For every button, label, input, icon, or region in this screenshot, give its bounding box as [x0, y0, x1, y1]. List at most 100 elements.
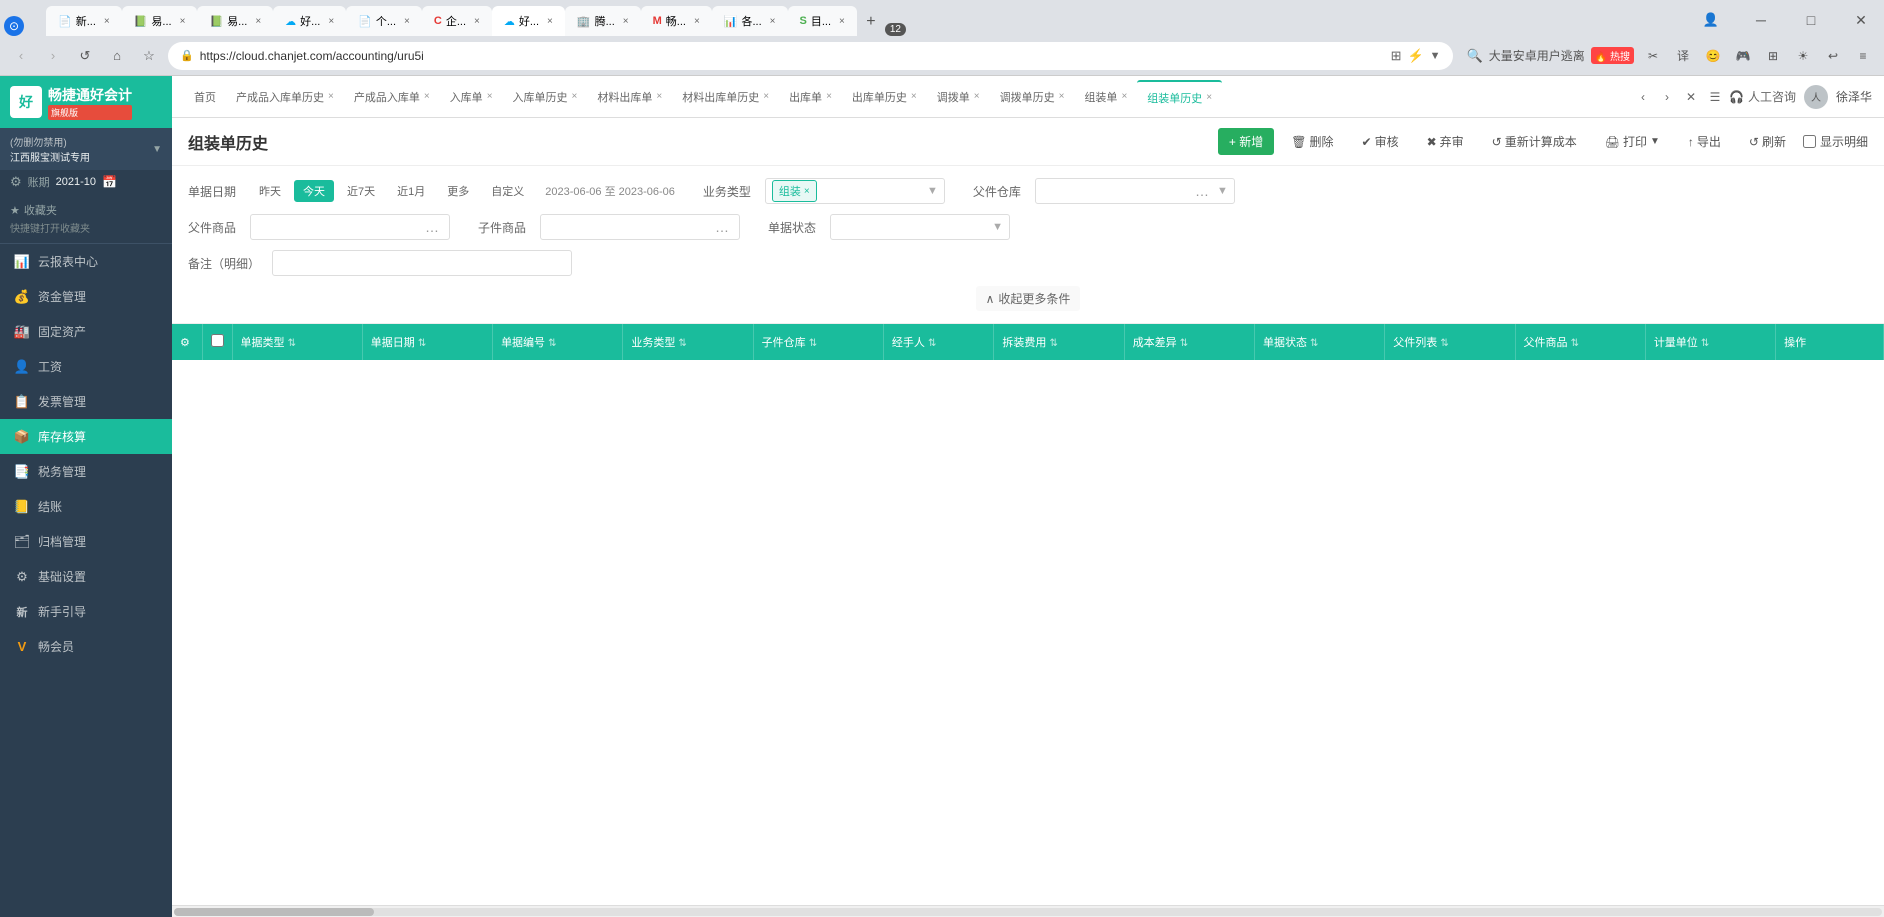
th-date[interactable]: 单据日期 ⇅	[362, 324, 492, 360]
tab-close-2[interactable]: ×	[180, 16, 186, 27]
browser-tab-geji[interactable]: 📊 各... ×	[712, 6, 788, 36]
th-status[interactable]: 单据状态 ⇅	[1254, 324, 1384, 360]
game-tool[interactable]: 🎮	[1730, 43, 1756, 69]
th-type[interactable]: 单据类型 ⇅	[232, 324, 362, 360]
tab-close-out-hist[interactable]: ×	[911, 91, 917, 102]
tab-close-assembly-hist[interactable]: ×	[1206, 92, 1212, 103]
th-handler[interactable]: 经手人 ⇅	[883, 324, 994, 360]
browser-tab-personal[interactable]: 📄 个... ×	[346, 6, 422, 36]
th-child-warehouse[interactable]: 子件仓库 ⇅	[753, 324, 883, 360]
sidebar-item-payroll[interactable]: 👤 工资	[0, 349, 172, 384]
browser-tab-s[interactable]: S 目... ×	[788, 6, 857, 36]
th-cost-diff[interactable]: 成本差异 ⇅	[1124, 324, 1254, 360]
sidebar-item-inventory[interactable]: 📦 库存核算	[0, 419, 172, 454]
menu-tool[interactable]: ≡	[1850, 43, 1876, 69]
win-btn-maximize[interactable]: □	[1788, 4, 1834, 36]
account-avatar[interactable]: 人	[1804, 85, 1828, 109]
sidebar-item-reports[interactable]: 📊 云报表中心	[0, 244, 172, 279]
browser-tab-yicai[interactable]: 📗 易... ×	[122, 6, 198, 36]
qr-icon[interactable]: ⊞	[1391, 48, 1402, 64]
recalculate-button[interactable]: ↺ 重新计算成本	[1481, 128, 1588, 155]
tab-transfer-history[interactable]: 调拨单历史 ×	[990, 80, 1075, 114]
sidebar-item-accounting[interactable]: 📒 结账	[0, 489, 172, 524]
tab-close-4[interactable]: ×	[328, 16, 334, 27]
tab-out-order[interactable]: 出库单 ×	[779, 80, 842, 114]
tab-material-out-history[interactable]: 材料出库单历史 ×	[672, 80, 779, 114]
nav-star[interactable]: ☆	[136, 43, 162, 69]
win-btn-minimize[interactable]: ─	[1738, 4, 1784, 36]
status-dropdown[interactable]: ▼	[992, 221, 1003, 233]
date-more[interactable]: 更多	[438, 180, 478, 202]
date-yesterday[interactable]: 昨天	[250, 180, 290, 202]
tab-close-all[interactable]: ✕	[1681, 87, 1701, 107]
tab-close-mat-out-hist[interactable]: ×	[763, 91, 769, 102]
calendar-icon[interactable]: 📅	[102, 175, 117, 189]
sidebar-item-archive[interactable]: 🗂 归档管理	[0, 524, 172, 559]
sidebar-item-tax[interactable]: 📑 税务管理	[0, 454, 172, 489]
new-button[interactable]: + 新增	[1218, 128, 1274, 155]
date-custom[interactable]: 自定义	[482, 180, 533, 202]
select-all-checkbox[interactable]	[211, 334, 224, 347]
settings-icon[interactable]: ⚙	[10, 174, 22, 190]
tab-nav-left[interactable]: ‹	[1633, 87, 1653, 107]
child-goods-ellipsis[interactable]: …	[711, 219, 733, 235]
horizontal-scrollbar[interactable]	[172, 905, 1884, 917]
warehouse-ellipsis[interactable]: …	[1191, 183, 1213, 199]
nav-home[interactable]: ⌂	[104, 43, 130, 69]
collapse-button[interactable]: ∧ 收起更多条件	[976, 286, 1081, 311]
date-today[interactable]: 今天	[294, 180, 334, 202]
tab-product-in[interactable]: 产成品入库单 ×	[344, 80, 440, 114]
tab-out-history[interactable]: 出库单历史 ×	[842, 80, 927, 114]
nav-forward[interactable]: ›	[40, 43, 66, 69]
tab-close-11[interactable]: ×	[839, 16, 845, 27]
tab-close-out-order[interactable]: ×	[826, 91, 832, 102]
tab-settings-icon[interactable]: ☰	[1705, 87, 1725, 107]
grid-tool[interactable]: ⊞	[1760, 43, 1786, 69]
tab-close-in-order[interactable]: ×	[487, 91, 493, 102]
browser-tab-tencent[interactable]: 🏢 腾... ×	[565, 6, 641, 36]
tab-close-in-hist[interactable]: ×	[572, 91, 578, 102]
biz-type-input[interactable]: 组装 × ▼	[765, 178, 945, 204]
sidebar-item-invoice[interactable]: 📋 发票管理	[0, 384, 172, 419]
nav-refresh[interactable]: ↺	[72, 43, 98, 69]
abandon-button[interactable]: ✖ 弃审	[1416, 128, 1475, 155]
date-1month[interactable]: 近1月	[388, 180, 434, 202]
emoji-tool[interactable]: 😊	[1700, 43, 1726, 69]
tab-close-mat-out[interactable]: ×	[656, 91, 662, 102]
tab-close-product-in[interactable]: ×	[328, 91, 334, 102]
tab-assembly-history[interactable]: 组装单历史 ×	[1137, 80, 1222, 114]
remark-input[interactable]	[272, 250, 572, 276]
th-parent-list[interactable]: 父件列表 ⇅	[1385, 324, 1515, 360]
tab-nav-right[interactable]: ›	[1657, 87, 1677, 107]
tab-close-8[interactable]: ×	[623, 16, 629, 27]
status-input[interactable]: ▼	[830, 214, 1010, 240]
biz-tag-close[interactable]: ×	[804, 186, 810, 197]
undo-tool[interactable]: ↩	[1820, 43, 1846, 69]
browser-tab-yicai2[interactable]: 📗 易... ×	[197, 6, 273, 36]
sidebar-item-finance[interactable]: 💰 资金管理	[0, 279, 172, 314]
nav-back[interactable]: ‹	[8, 43, 34, 69]
tab-assembly[interactable]: 组装单 ×	[1074, 80, 1137, 114]
help-button[interactable]: 🎧 人工咨询	[1729, 88, 1796, 105]
th-parent-goods[interactable]: 父件商品 ⇅	[1515, 324, 1645, 360]
tab-transfer[interactable]: 调拨单 ×	[927, 80, 990, 114]
scissors-tool[interactable]: ✂	[1640, 43, 1666, 69]
th-disassembly-fee[interactable]: 拆装费用 ⇅	[994, 324, 1124, 360]
tab-material-out[interactable]: 材料出库单 ×	[587, 80, 672, 114]
dropdown-icon[interactable]: ▼	[1430, 50, 1441, 62]
tab-close[interactable]: ×	[104, 16, 110, 27]
parent-warehouse-input[interactable]: … ▼	[1035, 178, 1235, 204]
refresh-button[interactable]: ↺ 刷新	[1738, 128, 1797, 155]
win-btn-close[interactable]: ✕	[1838, 4, 1884, 36]
tab-product-in-history[interactable]: 产成品入库单历史 ×	[226, 80, 344, 114]
browser-tab-chang[interactable]: M 畅... ×	[641, 6, 712, 36]
tab-close-10[interactable]: ×	[770, 16, 776, 27]
th-checkbox[interactable]	[202, 324, 232, 360]
browser-tab-new[interactable]: 📄 新... ×	[46, 6, 122, 36]
th-unit[interactable]: 计量单位 ⇅	[1645, 324, 1775, 360]
delete-button[interactable]: 🗑 删除	[1280, 128, 1344, 155]
export-button[interactable]: ↑ 导出	[1677, 128, 1732, 155]
tab-in-order[interactable]: 入库单 ×	[440, 80, 503, 114]
scrollbar-thumb[interactable]	[174, 908, 374, 916]
browser-tab-cloud-active[interactable]: ☁ 好... ×	[492, 6, 565, 36]
